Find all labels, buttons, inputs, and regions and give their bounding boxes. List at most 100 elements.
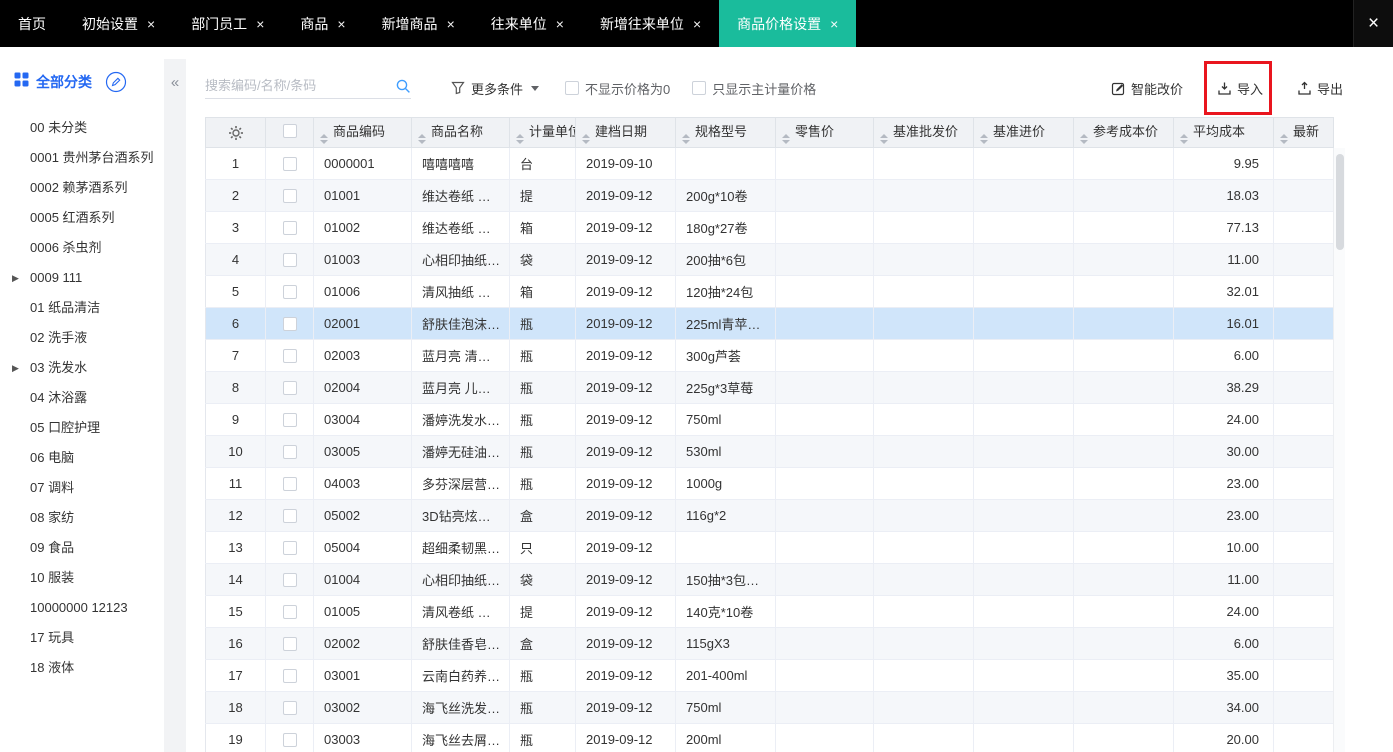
category-item[interactable]: 07 调料 [0, 473, 164, 503]
table-row[interactable]: 1305004超细柔韧黑…只2019-09-1210.00 [206, 532, 1334, 564]
table-row[interactable]: 602001舒肤佳泡沫…瓶2019-09-12225ml青苹…16.01 [206, 308, 1334, 340]
category-item[interactable]: 05 口腔护理 [0, 413, 164, 443]
row-checkbox[interactable] [283, 541, 297, 555]
tab[interactable]: 首页 [0, 0, 64, 47]
row-checkbox[interactable] [283, 477, 297, 491]
table-row[interactable]: 1501005清风卷纸 …提2019-09-12140克*10卷24.00 [206, 596, 1334, 628]
row-checkbox[interactable] [283, 253, 297, 267]
tab[interactable]: 部门员工× [173, 0, 282, 47]
collapse-sidebar-button[interactable]: « [171, 75, 179, 90]
row-checkbox[interactable] [283, 413, 297, 427]
category-item[interactable]: 0001 贵州茅台酒系列 [0, 143, 164, 173]
only-main-unit-checkbox-group[interactable]: 只显示主计量价格 [692, 79, 816, 98]
sort-icon[interactable] [320, 134, 328, 144]
category-item[interactable]: 01 纸品清洁 [0, 293, 164, 323]
scrollbar-thumb[interactable] [1336, 154, 1344, 250]
category-item[interactable]: 10 服装 [0, 563, 164, 593]
category-item[interactable]: 10000000 12123 [0, 593, 164, 623]
gear-icon[interactable] [228, 125, 244, 141]
row-checkbox[interactable] [283, 701, 297, 715]
category-item[interactable]: 06 电脑 [0, 443, 164, 473]
table-row[interactable]: 1401004心相印抽纸…袋2019-09-12150抽*3包…11.00 [206, 564, 1334, 596]
table-row[interactable]: 201001维达卷纸 …提2019-09-12200g*10卷18.03 [206, 180, 1334, 212]
table-row[interactable]: 301002维达卷纸 …箱2019-09-12180g*27卷77.13 [206, 212, 1334, 244]
table-row[interactable]: 903004潘婷洗发水…瓶2019-09-12750ml24.00 [206, 404, 1334, 436]
select-all-checkbox[interactable] [283, 124, 297, 138]
sort-icon[interactable] [418, 134, 426, 144]
category-item[interactable]: 04 沐浴露 [0, 383, 164, 413]
category-item[interactable]: 0002 赖茅酒系列 [0, 173, 164, 203]
row-checkbox[interactable] [283, 221, 297, 235]
table-row[interactable]: 1104003多芬深层营…瓶2019-09-121000g23.00 [206, 468, 1334, 500]
table-row[interactable]: 10000001嘻嘻嘻嘻台2019-09-109.95 [206, 148, 1334, 180]
column-header-code[interactable]: 商品编码 [314, 118, 412, 148]
row-checkbox[interactable] [283, 605, 297, 619]
sort-icon[interactable] [980, 134, 988, 144]
column-header-latest[interactable]: 最新 [1274, 118, 1334, 148]
tab-close-icon[interactable]: × [693, 16, 701, 32]
column-header-refcost[interactable]: 参考成本价 [1074, 118, 1174, 148]
category-item[interactable]: 0005 红酒系列 [0, 203, 164, 233]
category-item[interactable]: 18 液体 [0, 653, 164, 683]
tab[interactable]: 初始设置× [64, 0, 173, 47]
column-header-retail[interactable]: 零售价 [776, 118, 874, 148]
expand-arrow-icon[interactable]: ▶ [12, 353, 19, 383]
table-row[interactable]: 802004蓝月亮 儿…瓶2019-09-12225g*3草莓38.29 [206, 372, 1334, 404]
sort-icon[interactable] [1180, 134, 1188, 144]
row-checkbox[interactable] [283, 733, 297, 747]
close-window-button[interactable]: × [1353, 0, 1393, 47]
tab-close-icon[interactable]: × [337, 16, 345, 32]
row-checkbox[interactable] [283, 189, 297, 203]
table-row[interactable]: 1903003海飞丝去屑…瓶2019-09-12200ml20.00 [206, 724, 1334, 752]
hide-zero-price-checkbox[interactable] [565, 81, 579, 95]
tab[interactable]: 往来单位× [473, 0, 582, 47]
import-button[interactable]: 导入 [1215, 75, 1265, 102]
category-item[interactable]: 09 食品 [0, 533, 164, 563]
export-button[interactable]: 导出 [1295, 75, 1345, 102]
category-item[interactable]: 0006 杀虫剂 [0, 233, 164, 263]
row-checkbox[interactable] [283, 509, 297, 523]
only-main-unit-checkbox[interactable] [692, 81, 706, 95]
sort-icon[interactable] [582, 134, 590, 144]
sort-icon[interactable] [516, 134, 524, 144]
tab-close-icon[interactable]: × [556, 16, 564, 32]
column-header-date[interactable]: 建档日期 [576, 118, 676, 148]
expand-arrow-icon[interactable]: ▶ [12, 263, 19, 293]
hide-zero-price-checkbox-group[interactable]: 不显示价格为0 [565, 79, 670, 98]
row-checkbox[interactable] [283, 669, 297, 683]
row-checkbox[interactable] [283, 381, 297, 395]
category-item[interactable]: ▶03 洗发水 [0, 353, 164, 383]
search-icon[interactable] [395, 78, 411, 94]
column-header-name[interactable]: 商品名称 [412, 118, 510, 148]
category-item[interactable]: ▶0009 111 [0, 263, 164, 293]
category-item[interactable]: 02 洗手液 [0, 323, 164, 353]
table-row[interactable]: 401003心相印抽纸…袋2019-09-12200抽*6包11.00 [206, 244, 1334, 276]
table-row[interactable]: 12050023D钻亮炫…盒2019-09-12116g*223.00 [206, 500, 1334, 532]
sort-icon[interactable] [782, 134, 790, 144]
category-item[interactable]: 08 家纺 [0, 503, 164, 533]
row-checkbox[interactable] [283, 637, 297, 651]
row-checkbox[interactable] [283, 157, 297, 171]
row-checkbox[interactable] [283, 349, 297, 363]
sort-icon[interactable] [682, 134, 690, 144]
category-item[interactable]: 17 玩具 [0, 623, 164, 653]
row-checkbox[interactable] [283, 573, 297, 587]
column-header-wholesale[interactable]: 基准批发价 [874, 118, 974, 148]
tab-close-icon[interactable]: × [256, 16, 264, 32]
column-header-purchase[interactable]: 基准进价 [974, 118, 1074, 148]
more-conditions-dropdown[interactable]: 更多条件 [451, 79, 539, 98]
table-row[interactable]: 702003蓝月亮 清…瓶2019-09-12300g芦荟6.00 [206, 340, 1334, 372]
tab[interactable]: 新增往来单位× [582, 0, 719, 47]
category-item[interactable]: 00 未分类 [0, 113, 164, 143]
search-input[interactable] [205, 78, 395, 93]
edit-categories-icon[interactable] [105, 71, 127, 93]
row-checkbox[interactable] [283, 445, 297, 459]
tab-close-icon[interactable]: × [447, 16, 455, 32]
table-row[interactable]: 501006清风抽纸 …箱2019-09-12120抽*24包32.01 [206, 276, 1334, 308]
table-row[interactable]: 1703001云南白药养…瓶2019-09-12201-400ml35.00 [206, 660, 1334, 692]
column-header-unit[interactable]: 计量单位 [510, 118, 576, 148]
tab-active[interactable]: 商品价格设置× [719, 0, 856, 47]
tab-close-icon[interactable]: × [147, 16, 155, 32]
row-checkbox[interactable] [283, 317, 297, 331]
vertical-scrollbar[interactable] [1333, 148, 1345, 752]
